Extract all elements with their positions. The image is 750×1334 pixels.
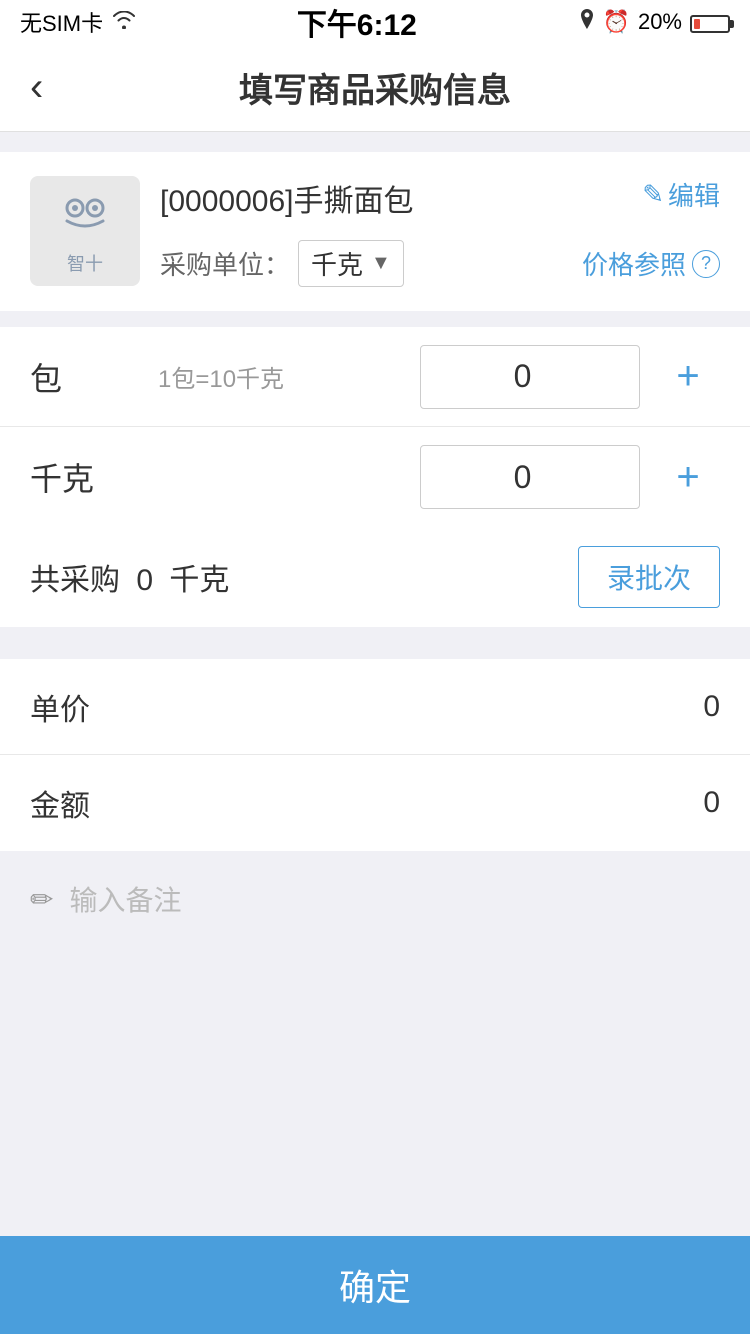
amount-label: 金额 <box>30 781 90 825</box>
status-left: 无SIM卡 <box>20 6 135 38</box>
amount-row: 金额 0 <box>0 755 750 851</box>
help-icon: ? <box>692 250 720 278</box>
plus-icon: + <box>676 354 699 399</box>
content-spacer <box>0 947 750 1227</box>
unit-price-row: 单价 0 <box>0 659 750 755</box>
product-info: [0000006]手撕面包 ✎ 编辑 采购单位： 千克 ▼ 价格参照 ? <box>160 176 720 287</box>
status-right: ⏰ 20% <box>579 9 730 35</box>
battery-percent: 20% <box>638 9 682 35</box>
carrier-label: 无SIM卡 <box>20 6 103 38</box>
section-divider-2 <box>0 627 750 643</box>
input-section: 包 1包=10千克 + 千克 + <box>0 327 750 527</box>
status-bar: 无SIM卡 下午6:12 ⏰ 20% <box>0 0 750 44</box>
unit-price-value: 0 <box>703 690 720 724</box>
unit-value: 千克 <box>311 245 363 282</box>
bag-label: 包 <box>30 354 150 400</box>
nav-bar: ‹ 填写商品采购信息 <box>0 44 750 132</box>
kg-plus-button[interactable]: + <box>656 445 720 509</box>
price-ref-button[interactable]: 价格参照 ? <box>582 245 720 282</box>
section-divider-1 <box>0 311 750 327</box>
pencil-icon: ✏ <box>30 883 53 916</box>
kg-input-row: 千克 + <box>0 427 750 527</box>
wifi-icon <box>113 9 135 35</box>
amount-value: 0 <box>703 786 720 820</box>
product-image: 智十 <box>30 176 140 286</box>
notes-section[interactable]: ✏ 输入备注 <box>0 851 750 947</box>
alarm-icon: ⏰ <box>603 9 630 35</box>
product-card: 智十 [0000006]手撕面包 ✎ 编辑 采购单位： 千克 ▼ 价格参照 ? <box>0 152 750 311</box>
edit-button[interactable]: ✎ 编辑 <box>642 176 720 213</box>
unit-label: 采购单位： <box>160 245 290 282</box>
confirm-bar[interactable]: 确定 <box>0 1236 750 1334</box>
summary-text: 共采购 0 千克 <box>30 555 229 599</box>
product-name: [0000006]手撕面包 <box>160 176 642 220</box>
price-ref-label: 价格参照 <box>582 245 686 282</box>
location-icon <box>579 9 595 35</box>
time-label: 下午6:12 <box>297 0 417 44</box>
back-button[interactable]: ‹ <box>30 65 43 110</box>
bag-plus-button[interactable]: + <box>656 345 720 409</box>
kg-label: 千克 <box>30 454 150 500</box>
batch-button[interactable]: 录批次 <box>578 546 720 608</box>
kg-quantity-input[interactable] <box>420 445 640 509</box>
plus-icon-2: + <box>676 455 699 500</box>
bag-input-row: 包 1包=10千克 + <box>0 327 750 427</box>
page-title: 填写商品采购信息 <box>239 63 511 112</box>
summary-row: 共采购 0 千克 录批次 <box>0 527 750 627</box>
price-section: 单价 0 金额 0 <box>0 659 750 851</box>
bag-quantity-input[interactable] <box>420 345 640 409</box>
notes-placeholder: 输入备注 <box>69 879 181 919</box>
unit-select[interactable]: 千克 ▼ <box>298 240 404 287</box>
chevron-down-icon: ▼ <box>371 252 391 275</box>
confirm-button[interactable]: 确定 <box>339 1259 411 1311</box>
unit-price-label: 单价 <box>30 685 90 729</box>
product-logo: 智十 <box>55 186 115 276</box>
battery-icon <box>690 9 730 35</box>
bag-sublabel: 1包=10千克 <box>158 359 284 394</box>
edit-icon: ✎ <box>642 179 664 210</box>
